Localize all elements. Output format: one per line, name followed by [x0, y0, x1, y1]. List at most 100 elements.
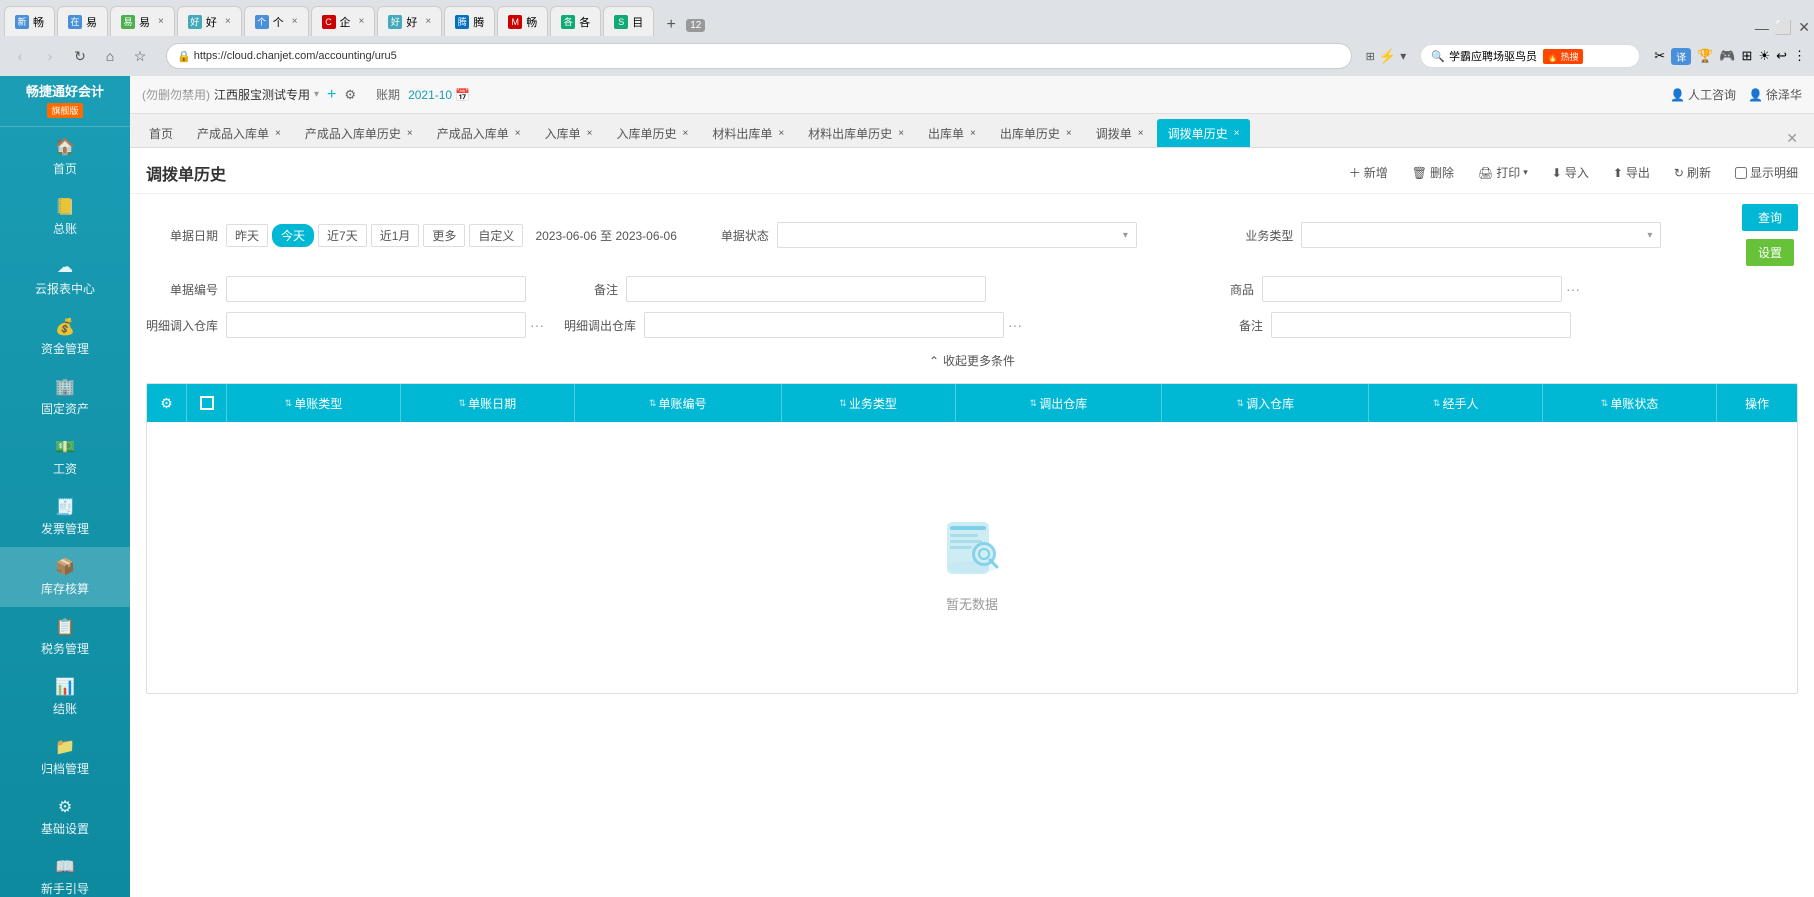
delete-btn[interactable]: 🗑 删除 — [1404, 160, 1462, 185]
th-settings[interactable]: ⚙ — [147, 384, 187, 422]
sidebar-item-inventory[interactable]: 📦 库存核算 — [0, 547, 130, 607]
browser-tab-4[interactable]: 好 好 × — [177, 6, 242, 36]
scissors-icon[interactable]: ✂ — [1654, 48, 1665, 64]
tab-product-in2-close[interactable]: × — [515, 128, 521, 139]
tab-material-out-close[interactable]: × — [778, 128, 784, 139]
user-avatar-btn[interactable]: 👤 徐泽华 — [1748, 86, 1802, 103]
reload-btn[interactable]: ↻ — [68, 44, 92, 68]
tab-material-out-history[interactable]: 材料出库单历史 × — [797, 119, 915, 147]
browser-tab-9[interactable]: 各 各 — [550, 6, 601, 36]
tab-in-history-close[interactable]: × — [682, 128, 688, 139]
company-selector[interactable]: (勿删勿禁用) 江西服宝测试专用 ▾ — [142, 86, 319, 103]
refresh-btn[interactable]: ↻ 刷新 — [1666, 160, 1719, 185]
date-btn-1month[interactable]: 近1月 — [371, 224, 420, 247]
settings-small-btn[interactable]: 设置 — [1746, 239, 1794, 266]
sidebar-item-archive[interactable]: 📁 归档管理 — [0, 727, 130, 787]
menu-icon[interactable]: ⋮ — [1793, 48, 1806, 64]
date-btn-custom[interactable]: 自定义 — [469, 224, 523, 247]
chevron-down-btn[interactable]: ▾ — [1400, 49, 1406, 63]
tab-transfer-history[interactable]: 调拨单历史 × — [1157, 119, 1251, 147]
docnum-input[interactable] — [226, 276, 526, 302]
remark2-input[interactable] — [1271, 312, 1571, 338]
tab-material-out[interactable]: 材料出库单 × — [701, 119, 795, 147]
select-all-checkbox[interactable] — [200, 396, 214, 410]
tab-out-order[interactable]: 出库单 × — [917, 119, 987, 147]
tab-out-history[interactable]: 出库单历史 × — [989, 119, 1083, 147]
remark-input[interactable] — [626, 276, 986, 302]
th-in[interactable]: ⇅ 调入仓库 — [1162, 384, 1369, 422]
date-btn-more[interactable]: 更多 — [423, 224, 465, 247]
sidebar-item-invoice[interactable]: 🧾 发票管理 — [0, 487, 130, 547]
forward-btn[interactable]: › — [38, 44, 62, 68]
th-num[interactable]: ⇅ 单账编号 — [575, 384, 782, 422]
new-btn[interactable]: ＋ 新增 — [1341, 160, 1396, 185]
tab-out-history-close[interactable]: × — [1066, 128, 1072, 139]
tab-product-in-history[interactable]: 产成品入库单历史 × — [294, 119, 424, 147]
sidebar-item-fund[interactable]: 💰 资金管理 — [0, 307, 130, 367]
th-date[interactable]: ⇅ 单账日期 — [401, 384, 575, 422]
goods-more-icon[interactable]: ··· — [1566, 281, 1580, 297]
tab-product-in[interactable]: 产成品入库单 × — [186, 119, 292, 147]
sidebar-item-settings[interactable]: ⚙ 基础设置 — [0, 787, 130, 847]
lightning-btn[interactable]: ⚡ — [1379, 48, 1396, 65]
user-service-btn[interactable]: 👤 人工咨询 — [1670, 86, 1736, 103]
browser-tab-5[interactable]: 个 个 × — [244, 6, 309, 36]
date-btn-7days[interactable]: 近7天 — [318, 224, 367, 247]
browser-tab-7[interactable]: 好 好 × — [377, 6, 442, 36]
detail-in-input[interactable] — [226, 312, 526, 338]
tab-in-history[interactable]: 入库单历史 × — [605, 119, 699, 147]
th-type[interactable]: ⇅ 单账类型 — [227, 384, 401, 422]
import-btn[interactable]: ⬇ 导入 — [1544, 160, 1597, 185]
status-select[interactable]: ▾ — [777, 222, 1137, 248]
new-tab-btn[interactable]: + — [660, 14, 682, 36]
detail-out-more[interactable]: ··· — [1008, 317, 1022, 333]
sidebar-item-guide[interactable]: 📖 新手引导 — [0, 847, 130, 897]
th-out[interactable]: ⇅ 调出仓库 — [956, 384, 1163, 422]
browser-tab-1[interactable]: 新 畅 — [4, 6, 55, 36]
address-bar[interactable]: 🔒 https://cloud.chanjet.com/accounting/u… — [166, 43, 1352, 69]
tab-in-order-close[interactable]: × — [587, 128, 593, 139]
tab-out-order-close[interactable]: × — [970, 128, 976, 139]
back-btn[interactable]: ‹ — [8, 44, 32, 68]
translate-icon[interactable]: 译 — [1671, 48, 1691, 65]
grid-icon[interactable]: ⊞ — [1742, 48, 1753, 64]
print-btn[interactable]: 🖨 打印 ▾ — [1470, 160, 1536, 185]
game-icon[interactable]: 🎮 — [1719, 48, 1735, 64]
tab-in-order[interactable]: 入库单 × — [534, 119, 604, 147]
tab-transfer-close[interactable]: × — [1138, 128, 1144, 139]
detail-out-input[interactable] — [644, 312, 1004, 338]
th-biz[interactable]: ⇅ 业务类型 — [782, 384, 956, 422]
sidebar-item-wage[interactable]: 💵 工资 — [0, 427, 130, 487]
company-settings-btn[interactable]: ⚙ — [344, 87, 356, 103]
home-btn[interactable]: ⌂ — [98, 44, 122, 68]
trophy-icon[interactable]: 🏆 — [1697, 48, 1713, 64]
add-company-btn[interactable]: + — [327, 86, 336, 104]
tab-home[interactable]: 首页 — [138, 119, 184, 147]
date-btn-yesterday[interactable]: 昨天 — [226, 224, 268, 247]
browser-tab-6[interactable]: C 企 × — [311, 6, 376, 36]
th-check[interactable] — [187, 384, 227, 422]
minimize-btn[interactable]: — — [1755, 20, 1769, 36]
tab-material-out-history-close[interactable]: × — [898, 128, 904, 139]
browser-tab-m[interactable]: M 畅 — [497, 6, 548, 36]
detail-in-more[interactable]: ··· — [530, 317, 544, 333]
browser-tab-8[interactable]: 腾 腾 — [444, 6, 495, 36]
display-toggle[interactable]: 显示明细 — [1735, 164, 1798, 181]
period-value[interactable]: 2021-10 📅 — [408, 88, 470, 102]
tab-product-in2[interactable]: 产成品入库单 × — [426, 119, 532, 147]
history-icon[interactable]: ↩ — [1776, 48, 1787, 64]
tab-transfer[interactable]: 调拨单 × — [1085, 119, 1155, 147]
tab-transfer-history-close[interactable]: × — [1234, 128, 1240, 139]
maximize-btn[interactable]: ⬜ — [1775, 19, 1792, 36]
close-btn[interactable]: ✕ — [1798, 19, 1810, 36]
display-checkbox[interactable] — [1735, 167, 1747, 179]
star-btn[interactable]: ☆ — [128, 44, 152, 68]
sidebar-item-settle[interactable]: 📊 结账 — [0, 667, 130, 727]
browser-tab-10[interactable]: S 目 — [603, 6, 654, 36]
browser-tab-2[interactable]: 在 易 — [57, 6, 108, 36]
sidebar-item-tax[interactable]: 📋 税务管理 — [0, 607, 130, 667]
extensions-btn[interactable]: ⊞ — [1366, 50, 1375, 63]
sun-icon[interactable]: ☀ — [1758, 48, 1770, 64]
goods-input[interactable] — [1262, 276, 1562, 302]
close-all-btn[interactable]: ✕ — [1778, 130, 1806, 147]
